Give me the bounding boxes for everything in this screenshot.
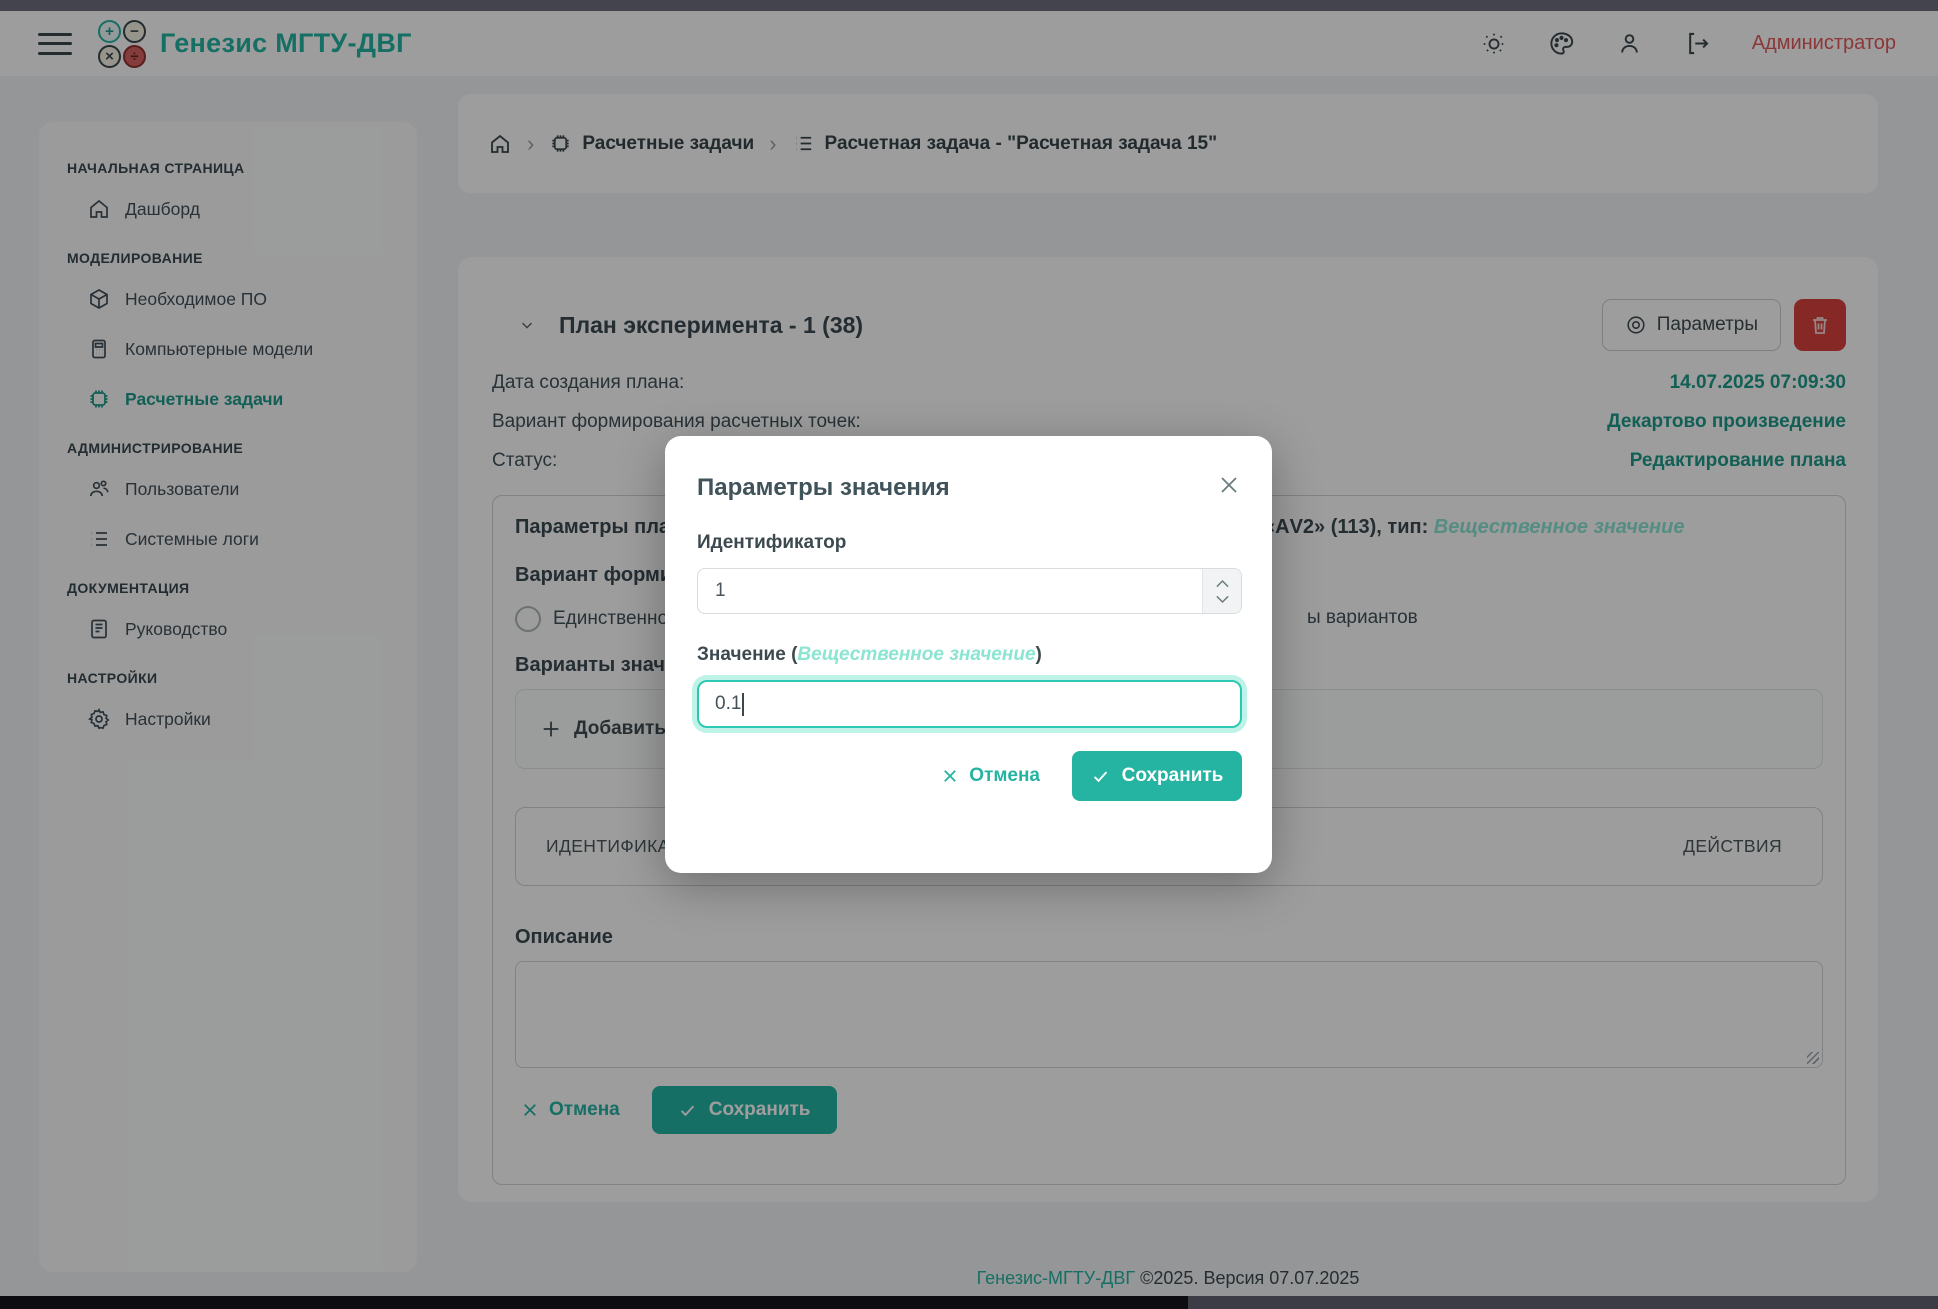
spinner-down-icon[interactable] bbox=[1214, 593, 1230, 605]
close-icon[interactable] bbox=[1216, 472, 1242, 498]
value-label: Значение (Вещественное значение) bbox=[697, 644, 1042, 665]
scrollbar-thumb[interactable] bbox=[0, 1296, 1188, 1309]
app-window: + − × ÷ Генезис МГТУ-ДВГ Администратор Н… bbox=[0, 0, 1938, 1309]
spinner-up-icon[interactable] bbox=[1214, 577, 1230, 589]
horizontal-scrollbar[interactable] bbox=[0, 1296, 1938, 1309]
modal-save-button[interactable]: Сохранить bbox=[1072, 751, 1242, 801]
text-cursor bbox=[742, 692, 744, 716]
identifier-label: Идентификатор bbox=[697, 532, 847, 553]
browser-top-strip bbox=[0, 0, 1938, 11]
modal-cancel-button[interactable]: Отмена bbox=[935, 764, 1046, 788]
value-input[interactable]: 0.1 bbox=[697, 680, 1242, 728]
modal-title: Параметры значения bbox=[697, 474, 950, 501]
number-spinner bbox=[1202, 569, 1241, 613]
check-icon bbox=[1091, 767, 1110, 786]
identifier-input[interactable] bbox=[697, 568, 1242, 614]
x-icon bbox=[941, 767, 959, 785]
value-type: Вещественное значение bbox=[797, 644, 1036, 665]
value-parameters-modal: Параметры значения Идентификатор Значени… bbox=[665, 436, 1272, 873]
